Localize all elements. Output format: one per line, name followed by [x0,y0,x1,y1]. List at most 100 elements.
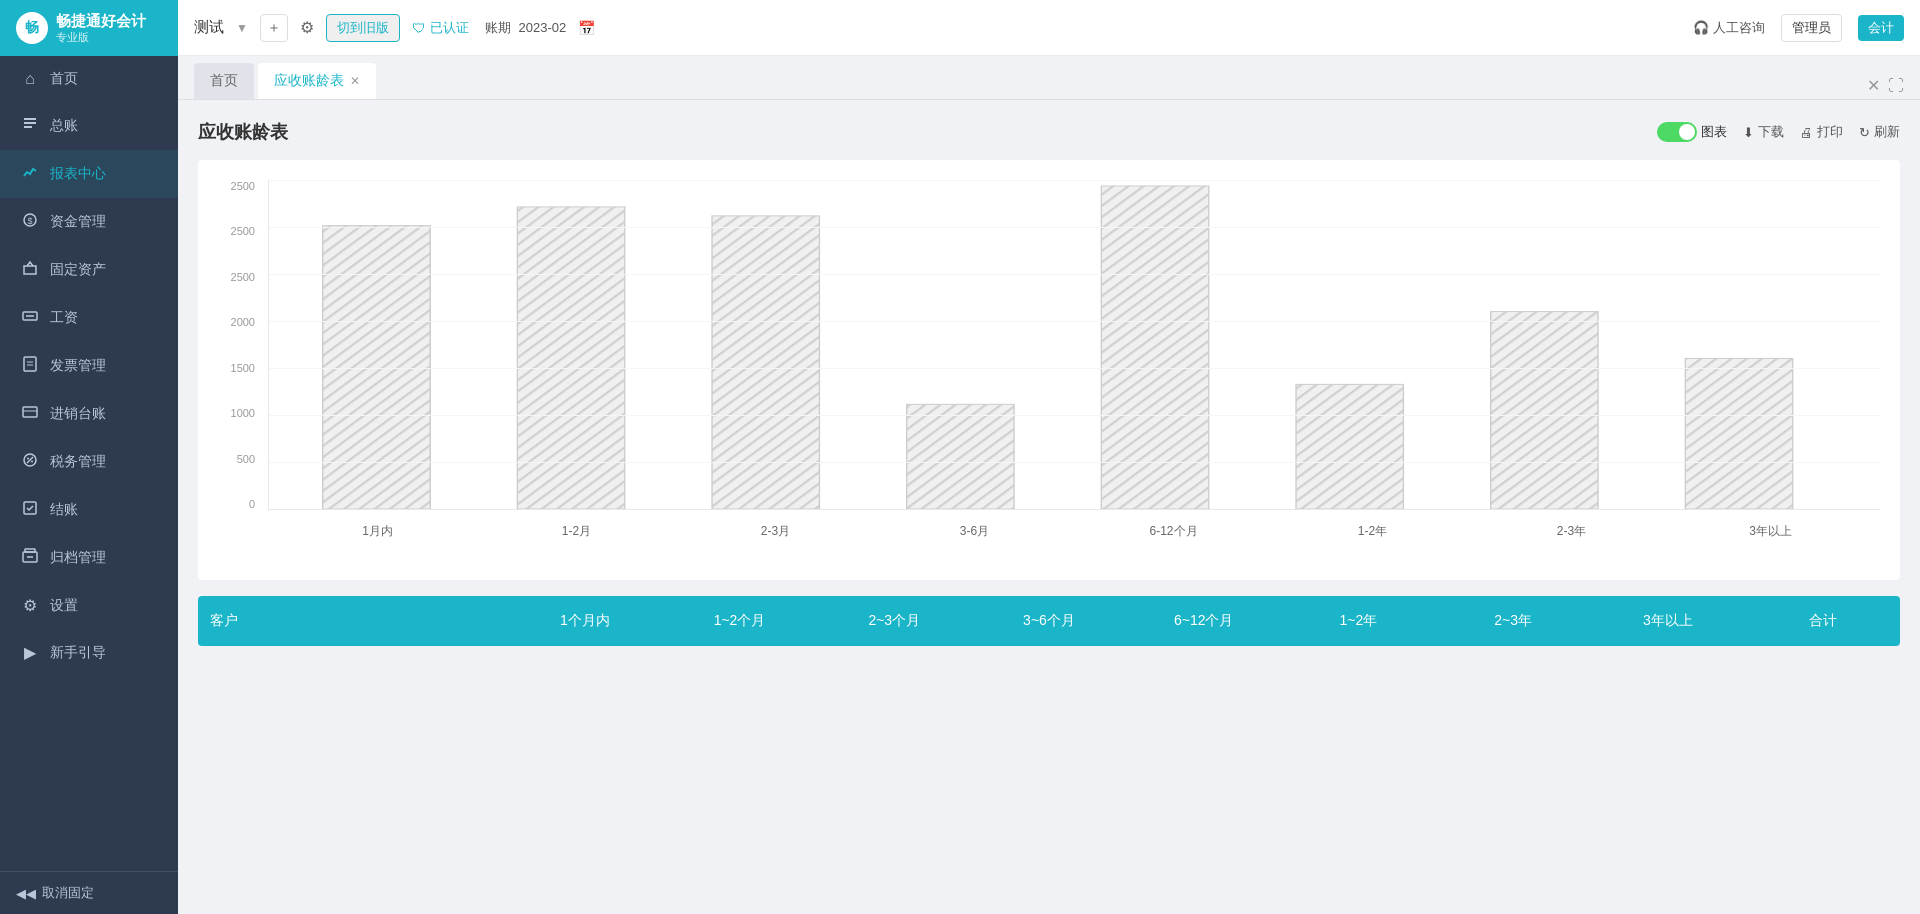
x-label-6-12m: 6-12个月 [1144,523,1204,540]
sidebar-item-label: 发票管理 [50,357,106,375]
app-version: 专业版 [56,30,146,45]
download-icon: ⬇ [1743,125,1754,140]
sidebar-item-settings[interactable]: ⚙ 设置 [0,582,178,629]
purchase-icon [20,404,40,424]
svg-rect-0 [24,118,36,120]
svg-rect-26 [1101,186,1208,509]
switch-version-button[interactable]: 切到旧版 [326,14,400,42]
tax-icon [20,452,40,472]
tab-close-icon[interactable]: ✕ [350,74,360,88]
x-label-2-3m: 2-3月 [746,523,806,540]
grid-line-7 [269,462,1880,463]
y-label-base: 0 [249,498,255,510]
user-button[interactable]: 管理员 [1781,14,1842,42]
x-axis: 1月内 1-2月 2-3月 3-6月 6-12个月 1-2年 2-3年 3年以上 [268,523,1880,540]
certified-badge: 🛡 已认证 [412,19,469,37]
sidebar-logo: 畅 畅捷通好会计 专业版 [0,0,178,56]
chart-container: 2500 2500 2500 2000 1500 1000 500 0 [198,160,1900,580]
main-area: 测试 ▼ ＋ ⚙ 切到旧版 🛡 已认证 账期 2023-02 📅 🎧 人工咨询 … [178,0,1920,914]
guide-icon: ▶ [20,643,40,662]
workspace-dropdown[interactable]: ▼ [236,21,248,35]
sidebar-item-label: 结账 [50,501,78,519]
chart-toggle-label: 图表 [1701,123,1727,141]
x-label-3y: 3年以上 [1741,523,1801,540]
toggle-switch-control[interactable] [1657,122,1697,142]
sidebar-item-purchase[interactable]: 进销台账 [0,390,178,438]
shield-icon: 🛡 [412,20,426,36]
y-label-2500: 2500 [231,180,255,192]
sidebar-item-label: 工资 [50,309,78,327]
sidebar-item-ledger[interactable]: 总账 [0,102,178,150]
ledger-icon [20,116,40,136]
grid-line-2 [269,227,1880,228]
calendar-icon[interactable]: 📅 [578,20,595,36]
svg-rect-11 [23,407,37,417]
svg-point-15 [31,461,33,463]
sidebar-item-funds[interactable]: $ 资金管理 [0,198,178,246]
bars-grid-area [268,180,1880,510]
x-label-1-2m: 1-2月 [547,523,607,540]
sidebar-nav: ⌂ 首页 总账 报表中心 $ 资金管理 固定资产 [0,56,178,871]
top-nav: 测试 ▼ ＋ ⚙ 切到旧版 🛡 已认证 账期 2023-02 📅 🎧 人工咨询 … [178,0,1920,56]
x-label-3-6m: 3-6月 [945,523,1005,540]
sidebar-item-close-accounts[interactable]: 结账 [0,486,178,534]
table-header: 客户 1个月内 1~2个月 2~3个月 3~6个月 6~12个月 1~2年 2~… [198,596,1900,646]
tab-home[interactable]: 首页 [194,63,254,99]
tab-receivable-aging[interactable]: 应收账龄表 ✕ [258,63,376,99]
table-container: 客户 1个月内 1~2个月 2~3个月 3~6个月 6~12个月 1~2年 2~… [198,596,1900,646]
page-title: 应收账龄表 [198,120,288,144]
sidebar-item-label: 设置 [50,597,78,615]
table-header-2-3m: 2~3个月 [817,596,972,646]
sidebar-item-archive[interactable]: 归档管理 [0,534,178,582]
sidebar-item-guide[interactable]: ▶ 新手引导 [0,629,178,676]
svg-rect-27 [1296,384,1403,509]
settings-icon[interactable]: ⚙ [300,18,314,37]
sidebar-item-salary[interactable]: 工资 [0,294,178,342]
svg-rect-24 [712,216,819,509]
role-button[interactable]: 会计 [1858,15,1904,41]
sidebar-item-label: 总账 [50,117,78,135]
sidebar-item-tax[interactable]: 税务管理 [0,438,178,486]
grid-line-1 [269,180,1880,181]
svg-rect-5 [24,266,36,274]
cancel-fixed-btn[interactable]: ◀◀ 取消固定 [0,871,178,914]
sidebar-item-reports[interactable]: 报表中心 [0,150,178,198]
expand-tab-action-icon[interactable]: ⛶ [1888,77,1904,95]
assets-icon [20,260,40,280]
pin-icon: ◀◀ [16,886,36,901]
refresh-button[interactable]: ↻ 刷新 [1859,123,1900,141]
consult-button[interactable]: 🎧 人工咨询 [1693,19,1765,37]
sidebar-item-label: 进销台账 [50,405,106,423]
print-button[interactable]: 🖨 打印 [1800,123,1843,141]
app-name: 畅捷通好会计 [56,12,146,30]
table-header-customer: 客户 [198,596,507,646]
download-button[interactable]: ⬇ 下载 [1743,123,1784,141]
table-header-3y-plus: 3年以上 [1591,596,1746,646]
sidebar-item-label: 固定资产 [50,261,106,279]
sidebar-item-assets[interactable]: 固定资产 [0,246,178,294]
y-label-1000: 2000 [231,316,255,328]
x-label-1m: 1月内 [348,523,408,540]
sidebar-item-home[interactable]: ⌂ 首页 [0,56,178,102]
svg-rect-25 [907,404,1014,509]
logo-icon: 畅 [16,12,48,44]
sidebar-item-label: 新手引导 [50,644,106,662]
sidebar-item-label: 首页 [50,70,78,88]
bars-svg [269,180,1880,509]
svg-point-14 [27,458,29,460]
y-label-250: 1000 [231,407,255,419]
grid-line-4 [269,321,1880,322]
table-header-1-2m: 1~2个月 [662,596,817,646]
table-header-1m: 1个月内 [507,596,662,646]
sidebar-item-invoice[interactable]: 发票管理 [0,342,178,390]
chart-toggle[interactable]: 图表 [1657,122,1727,142]
grid-line-5 [269,368,1880,369]
add-button[interactable]: ＋ [260,14,288,42]
sidebar-item-label: 归档管理 [50,549,106,567]
topnav-right-section: 🎧 人工咨询 管理员 会计 [1693,14,1904,42]
svg-rect-23 [517,207,624,509]
headphone-icon: 🎧 [1693,20,1709,35]
svg-rect-8 [24,357,36,371]
close-tab-action-icon[interactable]: ✕ [1867,76,1880,95]
print-icon: 🖨 [1800,125,1813,140]
